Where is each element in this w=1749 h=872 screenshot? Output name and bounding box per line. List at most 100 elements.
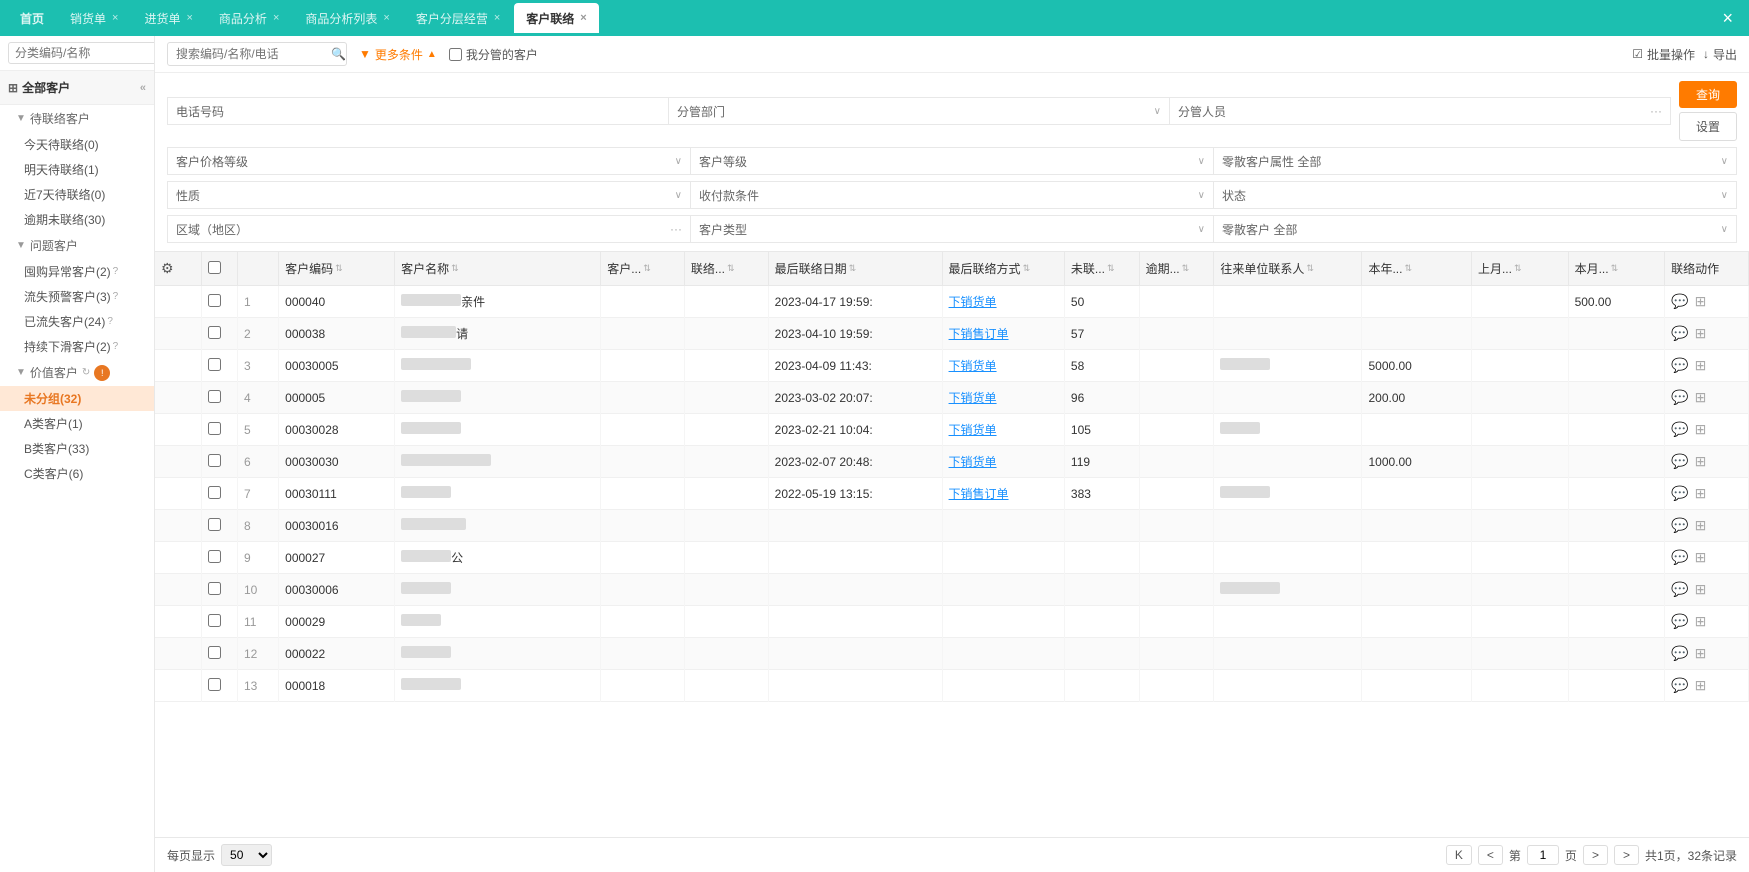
sidebar-item-abnormal[interactable]: 囤购异常客户(2) ? xyxy=(0,259,154,284)
row-checkbox-cell[interactable] xyxy=(201,414,237,446)
row-checkbox-cell[interactable] xyxy=(201,286,237,318)
sidebar-item-declining[interactable]: 持续下滑客户(2) ? xyxy=(0,334,154,359)
row-last-contact-method[interactable] xyxy=(942,574,1064,606)
grid-action-icon[interactable]: ⊞ xyxy=(1695,389,1707,406)
phone-input[interactable] xyxy=(232,104,660,118)
chat-icon[interactable]: 💬 xyxy=(1671,421,1688,438)
main-search-box[interactable]: 🔍 xyxy=(167,42,347,66)
prev-page-button[interactable]: < xyxy=(1478,845,1503,865)
row-last-contact-method[interactable]: 下销货单 xyxy=(942,414,1064,446)
batch-op-button[interactable]: ☑ 批量操作 xyxy=(1632,46,1695,63)
col-name[interactable]: 客户名称 ⇅ xyxy=(395,252,601,286)
col-code[interactable]: 客户编码 ⇅ xyxy=(279,252,395,286)
grid-action-icon[interactable]: ⊞ xyxy=(1695,517,1707,534)
tab-product-analysis-list[interactable]: 商品分析列表 × xyxy=(293,3,401,33)
export-button[interactable]: ↓ 导出 xyxy=(1703,46,1737,63)
query-button[interactable]: 查询 xyxy=(1679,81,1737,108)
col-no-contact-days[interactable]: 未联... ⇅ xyxy=(1064,252,1139,286)
row-checkbox-cell[interactable] xyxy=(201,510,237,542)
tab-customer-segment[interactable]: 客户分层经营 × xyxy=(404,3,512,33)
row-last-contact-method[interactable]: 下销货单 xyxy=(942,350,1064,382)
region-dots[interactable]: ··· xyxy=(670,222,682,236)
row-checkbox-cell[interactable] xyxy=(201,478,237,510)
row-last-contact-method[interactable]: 下销售订单 xyxy=(942,318,1064,350)
grid-action-icon[interactable]: ⊞ xyxy=(1695,581,1707,598)
first-page-button[interactable]: K xyxy=(1446,845,1472,865)
chat-icon[interactable]: 💬 xyxy=(1671,645,1688,662)
row-last-contact-method[interactable] xyxy=(942,638,1064,670)
col-last-contact-date[interactable]: 最后联络日期 ⇅ xyxy=(768,252,942,286)
filter-region[interactable]: 区域（地区） ··· xyxy=(167,215,690,243)
row-checkbox[interactable] xyxy=(208,326,221,339)
tab-purchase[interactable]: 进货单 × xyxy=(132,3,204,33)
row-last-contact-method[interactable] xyxy=(942,542,1064,574)
contact-method-link[interactable]: 下销售订单 xyxy=(949,327,1009,341)
row-checkbox-cell[interactable] xyxy=(201,638,237,670)
main-search-icon[interactable]: 🔍 xyxy=(331,47,346,61)
row-checkbox[interactable] xyxy=(208,518,221,531)
row-checkbox[interactable] xyxy=(208,358,221,371)
refresh-icon[interactable]: ↻ xyxy=(82,367,90,378)
chat-icon[interactable]: 💬 xyxy=(1671,389,1688,406)
grid-action-icon[interactable]: ⊞ xyxy=(1695,485,1707,502)
chat-icon[interactable]: 💬 xyxy=(1671,453,1688,470)
last-month-sort-icon[interactable]: ⇅ xyxy=(1514,263,1522,274)
sidebar-group-value[interactable]: ▼ 价值客户 ↻ ! xyxy=(0,359,154,386)
sidebar-item-tomorrow[interactable]: 明天待联络(1) xyxy=(0,157,154,182)
tab-sales-close[interactable]: × xyxy=(112,12,118,24)
grid-action-icon[interactable]: ⊞ xyxy=(1695,613,1707,630)
tab-customer-segment-close[interactable]: × xyxy=(494,12,500,24)
row-checkbox-cell[interactable] xyxy=(201,542,237,574)
filter-dept[interactable]: 分管部门 ∨ xyxy=(668,97,1169,125)
contact-method-link[interactable]: 下销货单 xyxy=(949,455,997,469)
filter-status[interactable]: 状态 ∨ xyxy=(1213,181,1737,209)
reset-button[interactable]: 设置 xyxy=(1679,112,1737,141)
overdue-sort-icon[interactable]: ⇅ xyxy=(1182,263,1190,274)
method-sort-icon[interactable]: ⇅ xyxy=(1023,263,1031,274)
contact-method-link[interactable]: 下销货单 xyxy=(949,359,997,373)
chat-icon[interactable]: 💬 xyxy=(1671,357,1688,374)
all-customers-header[interactable]: ⊞ 全部客户 « xyxy=(0,71,154,105)
row-checkbox[interactable] xyxy=(208,582,221,595)
sidebar-item-ungroup[interactable]: 未分组(32) xyxy=(0,386,154,411)
sidebar-group-problem[interactable]: ▼ 问题客户 xyxy=(0,232,154,259)
grid-action-icon[interactable]: ⊞ xyxy=(1695,293,1707,310)
grid-action-icon[interactable]: ⊞ xyxy=(1695,549,1707,566)
col-year-amount[interactable]: 本年... ⇅ xyxy=(1362,252,1471,286)
grid-action-icon[interactable]: ⊞ xyxy=(1695,421,1707,438)
tab-sales[interactable]: 销货单 × xyxy=(58,3,130,33)
main-search-input[interactable] xyxy=(176,47,331,61)
tab-customer-contact-close[interactable]: × xyxy=(580,12,586,24)
contact-method-link[interactable]: 下销货单 xyxy=(949,391,997,405)
row-last-contact-method[interactable]: 下销货单 xyxy=(942,382,1064,414)
filter-customer-type[interactable]: 客户类型 ∨ xyxy=(690,215,1213,243)
row-checkbox-cell[interactable] xyxy=(201,350,237,382)
row-checkbox-cell[interactable] xyxy=(201,382,237,414)
row-checkbox[interactable] xyxy=(208,646,221,659)
more-filters-button[interactable]: ▼ 更多条件 ▲ xyxy=(359,46,437,63)
my-customers-checkbox[interactable] xyxy=(449,48,462,61)
chat-icon[interactable]: 💬 xyxy=(1671,485,1688,502)
row-checkbox[interactable] xyxy=(208,550,221,563)
person-dots[interactable]: ··· xyxy=(1650,104,1662,118)
row-checkbox-cell[interactable] xyxy=(201,670,237,702)
code-sort-icon[interactable]: ⇅ xyxy=(335,263,343,274)
close-all-icon[interactable]: × xyxy=(1714,8,1741,29)
col-settings[interactable]: ⚙ xyxy=(155,252,201,286)
settings-gear-icon[interactable]: ⚙ xyxy=(161,260,174,276)
filter-payment[interactable]: 收付款条件 ∨ xyxy=(690,181,1213,209)
col-this-month[interactable]: 本月... ⇅ xyxy=(1568,252,1665,286)
sidebar-item-7days[interactable]: 近7天待联络(0) xyxy=(0,182,154,207)
row-checkbox-cell[interactable] xyxy=(201,446,237,478)
sidebar-item-lost[interactable]: 已流失客户(24) ? xyxy=(0,309,154,334)
contact-person-sort-icon[interactable]: ⇅ xyxy=(1306,263,1314,274)
contact-sort-icon[interactable]: ⇅ xyxy=(727,263,735,274)
last-page-button[interactable]: > xyxy=(1614,845,1639,865)
chat-icon[interactable]: 💬 xyxy=(1671,293,1688,310)
name-sort-icon[interactable]: ⇅ xyxy=(451,263,459,274)
tab-product-analysis[interactable]: 商品分析 × xyxy=(207,3,291,33)
col-type[interactable]: 客户... ⇅ xyxy=(601,252,685,286)
chat-icon[interactable]: 💬 xyxy=(1671,549,1688,566)
collapse-icon[interactable]: « xyxy=(140,82,146,94)
sidebar-item-class-c[interactable]: C类客户(6) xyxy=(0,461,154,486)
